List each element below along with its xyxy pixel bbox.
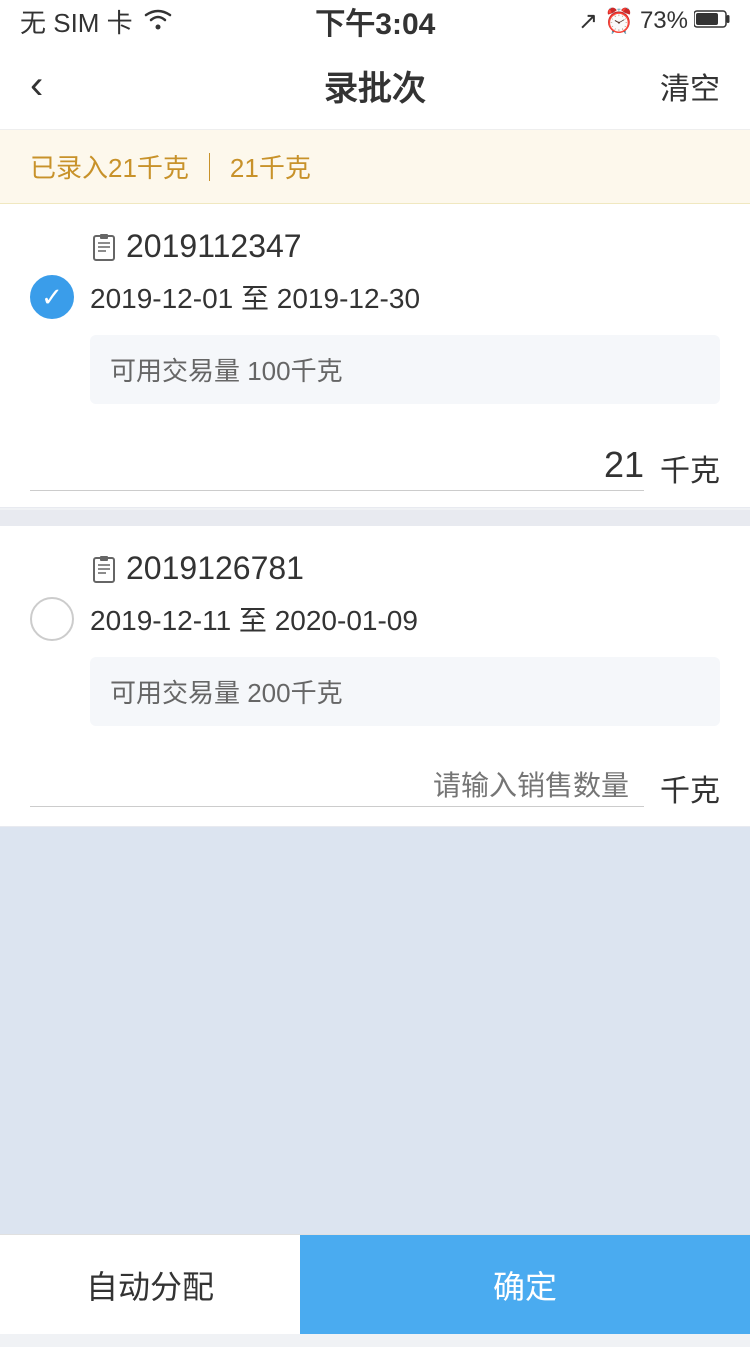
recorded-label: 已录入21千克 (30, 148, 189, 185)
batch-card-2: 2019126781 2019-12-11 至 2020-01-09 可用交易量… (0, 526, 750, 827)
wifi-icon (143, 6, 173, 37)
batch2-date-row[interactable]: 2019-12-11 至 2020-01-09 (30, 597, 720, 641)
batch2-input-wrap[interactable] (30, 770, 644, 807)
battery-icon (694, 7, 730, 35)
batch2-quantity-input[interactable] (30, 770, 644, 802)
batch2-icon (90, 553, 118, 585)
batch1-date: 2019-12-01 至 2019-12-30 (90, 277, 420, 317)
batch1-id: 2019112347 (126, 228, 302, 265)
location-icon: ↗ (578, 7, 598, 36)
alarm-icon: ⏰ (604, 7, 634, 36)
batch1-id-row: 2019112347 (90, 228, 720, 265)
check-icon: ✓ (41, 284, 63, 310)
batch2-id-row: 2019126781 (90, 550, 720, 587)
status-bar: 无 SIM 卡 下午3:04 ↗ ⏰ 73% (0, 0, 750, 42)
auto-distribute-button[interactable]: 自动分配 (0, 1235, 300, 1334)
batch2-input-row: 千克 (0, 750, 750, 827)
recorded-value: 21千克 (230, 148, 311, 185)
info-divider (209, 153, 210, 181)
empty-area (0, 827, 750, 1247)
status-left: 无 SIM 卡 (20, 3, 173, 40)
batch2-date: 2019-12-11 至 2020-01-09 (90, 599, 418, 639)
batch-card-1: 2019112347 ✓ 2019-12-01 至 2019-12-30 可用交… (0, 204, 750, 508)
batch1-icon (90, 231, 118, 263)
clear-button[interactable]: 清空 (660, 64, 720, 108)
back-button[interactable]: ‹ (30, 63, 90, 108)
info-banner: 已录入21千克 21千克 (0, 130, 750, 204)
main-content: 已录入21千克 21千克 2019112347 (0, 130, 750, 1347)
status-time: 下午3:04 (315, 0, 435, 43)
batch1-unit: 千克 (660, 446, 720, 490)
battery-percent: 73% (640, 7, 688, 35)
batch1-quantity-row: 21 千克 (0, 428, 750, 508)
page-title: 录批次 (324, 61, 426, 110)
section-separator (0, 510, 750, 526)
batch2-id: 2019126781 (126, 550, 304, 587)
confirm-button[interactable]: 确定 (300, 1235, 750, 1334)
batch2-unit: 千克 (660, 766, 720, 810)
batch1-available: 可用交易量 100千克 (90, 335, 720, 404)
batch1-radio[interactable]: ✓ (30, 275, 74, 319)
batch2-radio[interactable] (30, 597, 74, 641)
batch1-input-wrap: 21 (30, 444, 644, 491)
sim-status: 无 SIM 卡 (20, 3, 133, 40)
batch2-available: 可用交易量 200千克 (90, 657, 720, 726)
nav-bar: ‹ 录批次 清空 (0, 42, 750, 130)
bottom-bar: 自动分配 确定 (0, 1234, 750, 1334)
batch1-quantity-value[interactable]: 21 (604, 444, 644, 486)
status-right: ↗ ⏰ 73% (578, 7, 730, 36)
batch1-date-row[interactable]: ✓ 2019-12-01 至 2019-12-30 (30, 275, 720, 319)
